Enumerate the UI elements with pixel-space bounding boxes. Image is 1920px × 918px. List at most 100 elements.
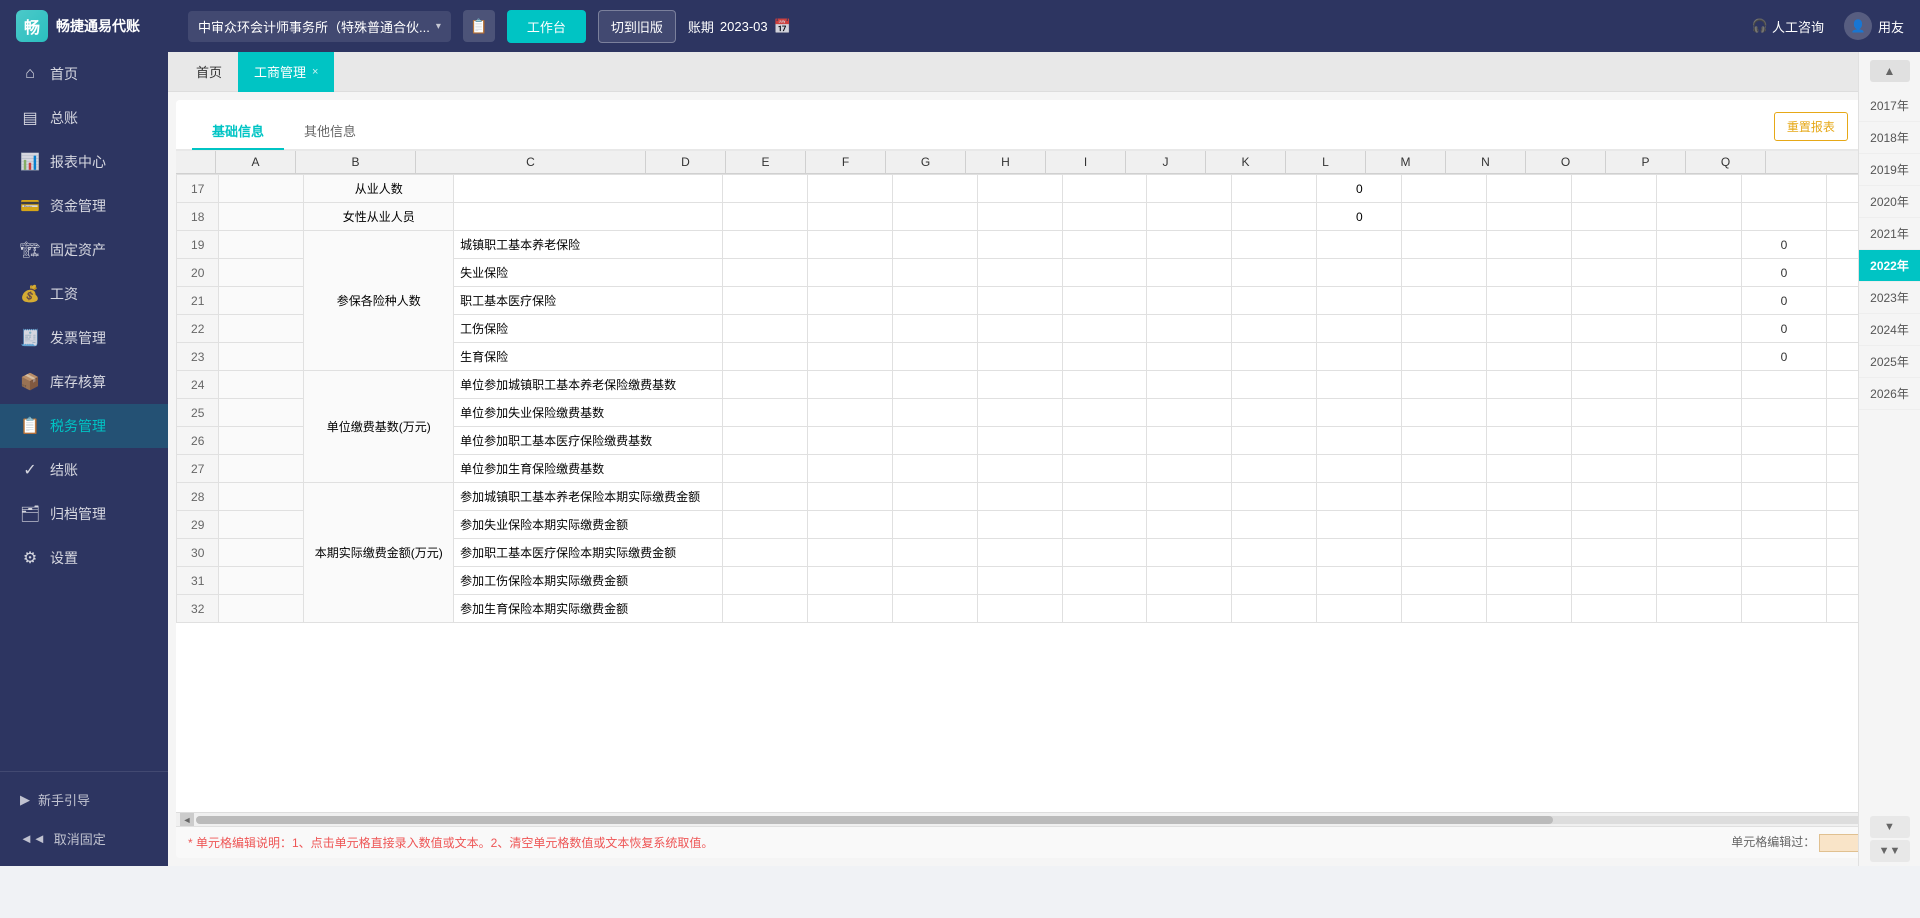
cell-f[interactable] <box>892 567 977 595</box>
cell-h[interactable] <box>1062 427 1147 455</box>
cell-e[interactable] <box>807 455 892 483</box>
cell-m[interactable] <box>1487 343 1572 371</box>
sidebar-item-invoices[interactable]: 🧾 发票管理 <box>0 316 168 360</box>
cell-n[interactable] <box>1572 315 1657 343</box>
cell-f[interactable] <box>892 399 977 427</box>
cell-o[interactable] <box>1657 399 1742 427</box>
cell-n[interactable] <box>1572 287 1657 315</box>
cell-m[interactable] <box>1487 175 1572 203</box>
tab-home[interactable]: 首页 <box>180 52 238 92</box>
cell-j[interactable] <box>1232 203 1317 231</box>
cell-h[interactable] <box>1062 483 1147 511</box>
sheet-inner[interactable]: 17从业人数018女性从业人员019参保各险种人数城镇职工基本养老保险020失业… <box>176 174 1912 812</box>
cell-a[interactable] <box>219 483 304 511</box>
cell-b[interactable]: 单位缴费基数(万元) <box>304 371 454 483</box>
cell-k[interactable]: 0 <box>1317 175 1402 203</box>
cell-d[interactable] <box>722 315 807 343</box>
cell-o[interactable] <box>1657 259 1742 287</box>
cell-n[interactable] <box>1572 567 1657 595</box>
cell-a[interactable] <box>219 203 304 231</box>
cell-k[interactable] <box>1317 567 1402 595</box>
cell-i[interactable] <box>1147 371 1232 399</box>
sidebar-item-assets[interactable]: 🏗 固定资产 <box>0 228 168 272</box>
cell-d[interactable] <box>722 455 807 483</box>
cell-p[interactable]: 0 <box>1742 315 1827 343</box>
cell-a[interactable] <box>219 231 304 259</box>
table-row[interactable]: 17从业人数0 <box>177 175 1912 203</box>
cell-m[interactable] <box>1487 595 1572 623</box>
cell-a[interactable] <box>219 567 304 595</box>
cell-f[interactable] <box>892 371 977 399</box>
cell-a[interactable] <box>219 371 304 399</box>
cell-a[interactable] <box>219 595 304 623</box>
cell-c[interactable]: 工伤保险 <box>454 315 723 343</box>
cell-l[interactable] <box>1402 315 1487 343</box>
cell-a[interactable] <box>219 343 304 371</box>
cell-p[interactable] <box>1742 567 1827 595</box>
year-item[interactable]: 2025年 <box>1859 346 1920 378</box>
table-row[interactable]: 18女性从业人员0 <box>177 203 1912 231</box>
cell-o[interactable] <box>1657 455 1742 483</box>
cell-g[interactable] <box>977 595 1062 623</box>
cell-f[interactable] <box>892 455 977 483</box>
cell-f[interactable] <box>892 287 977 315</box>
cell-m[interactable] <box>1487 427 1572 455</box>
cell-j[interactable] <box>1232 343 1317 371</box>
cell-c[interactable]: 职工基本医疗保险 <box>454 287 723 315</box>
cell-n[interactable] <box>1572 595 1657 623</box>
cell-n[interactable] <box>1572 231 1657 259</box>
cell-e[interactable] <box>807 371 892 399</box>
cell-h[interactable] <box>1062 343 1147 371</box>
cell-a[interactable] <box>219 427 304 455</box>
cell-c[interactable]: 单位参加生育保险缴费基数 <box>454 455 723 483</box>
calendar-icon[interactable]: 📅 <box>774 18 791 35</box>
cell-o[interactable] <box>1657 427 1742 455</box>
cell-n[interactable] <box>1572 455 1657 483</box>
year-item[interactable]: 2026年 <box>1859 378 1920 410</box>
cell-f[interactable] <box>892 595 977 623</box>
cell-l[interactable] <box>1402 231 1487 259</box>
cell-p[interactable] <box>1742 399 1827 427</box>
cell-m[interactable] <box>1487 511 1572 539</box>
cell-g[interactable] <box>977 427 1062 455</box>
cell-a[interactable] <box>219 315 304 343</box>
cell-l[interactable] <box>1402 175 1487 203</box>
cell-j[interactable] <box>1232 231 1317 259</box>
cell-g[interactable] <box>977 455 1062 483</box>
year-item[interactable]: 2021年 <box>1859 218 1920 250</box>
cell-l[interactable] <box>1402 399 1487 427</box>
cell-p[interactable]: 0 <box>1742 231 1827 259</box>
cell-f[interactable] <box>892 539 977 567</box>
cell-a[interactable] <box>219 259 304 287</box>
cell-o[interactable] <box>1657 315 1742 343</box>
cell-j[interactable] <box>1232 567 1317 595</box>
cell-l[interactable] <box>1402 203 1487 231</box>
cell-i[interactable] <box>1147 427 1232 455</box>
cell-g[interactable] <box>977 203 1062 231</box>
sidebar-item-home[interactable]: ⌂ 首页 <box>0 52 168 96</box>
cell-g[interactable] <box>977 315 1062 343</box>
cell-n[interactable] <box>1572 203 1657 231</box>
cell-m[interactable] <box>1487 371 1572 399</box>
tab-active[interactable]: 工商管理 × <box>238 52 334 92</box>
cell-o[interactable] <box>1657 203 1742 231</box>
cell-j[interactable] <box>1232 287 1317 315</box>
cell-j[interactable] <box>1232 455 1317 483</box>
cell-e[interactable] <box>807 567 892 595</box>
cell-d[interactable] <box>722 231 807 259</box>
cell-a[interactable] <box>219 511 304 539</box>
unpin-button[interactable]: ◄◄ 取消固定 <box>0 819 168 858</box>
cell-m[interactable] <box>1487 315 1572 343</box>
year-scroll-down[interactable]: ▼ <box>1870 816 1910 838</box>
cell-p[interactable] <box>1742 427 1827 455</box>
cell-g[interactable] <box>977 511 1062 539</box>
cell-h[interactable] <box>1062 371 1147 399</box>
cell-c[interactable]: 单位参加职工基本医疗保险缴费基数 <box>454 427 723 455</box>
cell-f[interactable] <box>892 511 977 539</box>
cell-e[interactable] <box>807 203 892 231</box>
cell-c[interactable]: 生育保险 <box>454 343 723 371</box>
cell-l[interactable] <box>1402 483 1487 511</box>
cell-e[interactable] <box>807 287 892 315</box>
cell-o[interactable] <box>1657 343 1742 371</box>
cell-p[interactable] <box>1742 595 1827 623</box>
